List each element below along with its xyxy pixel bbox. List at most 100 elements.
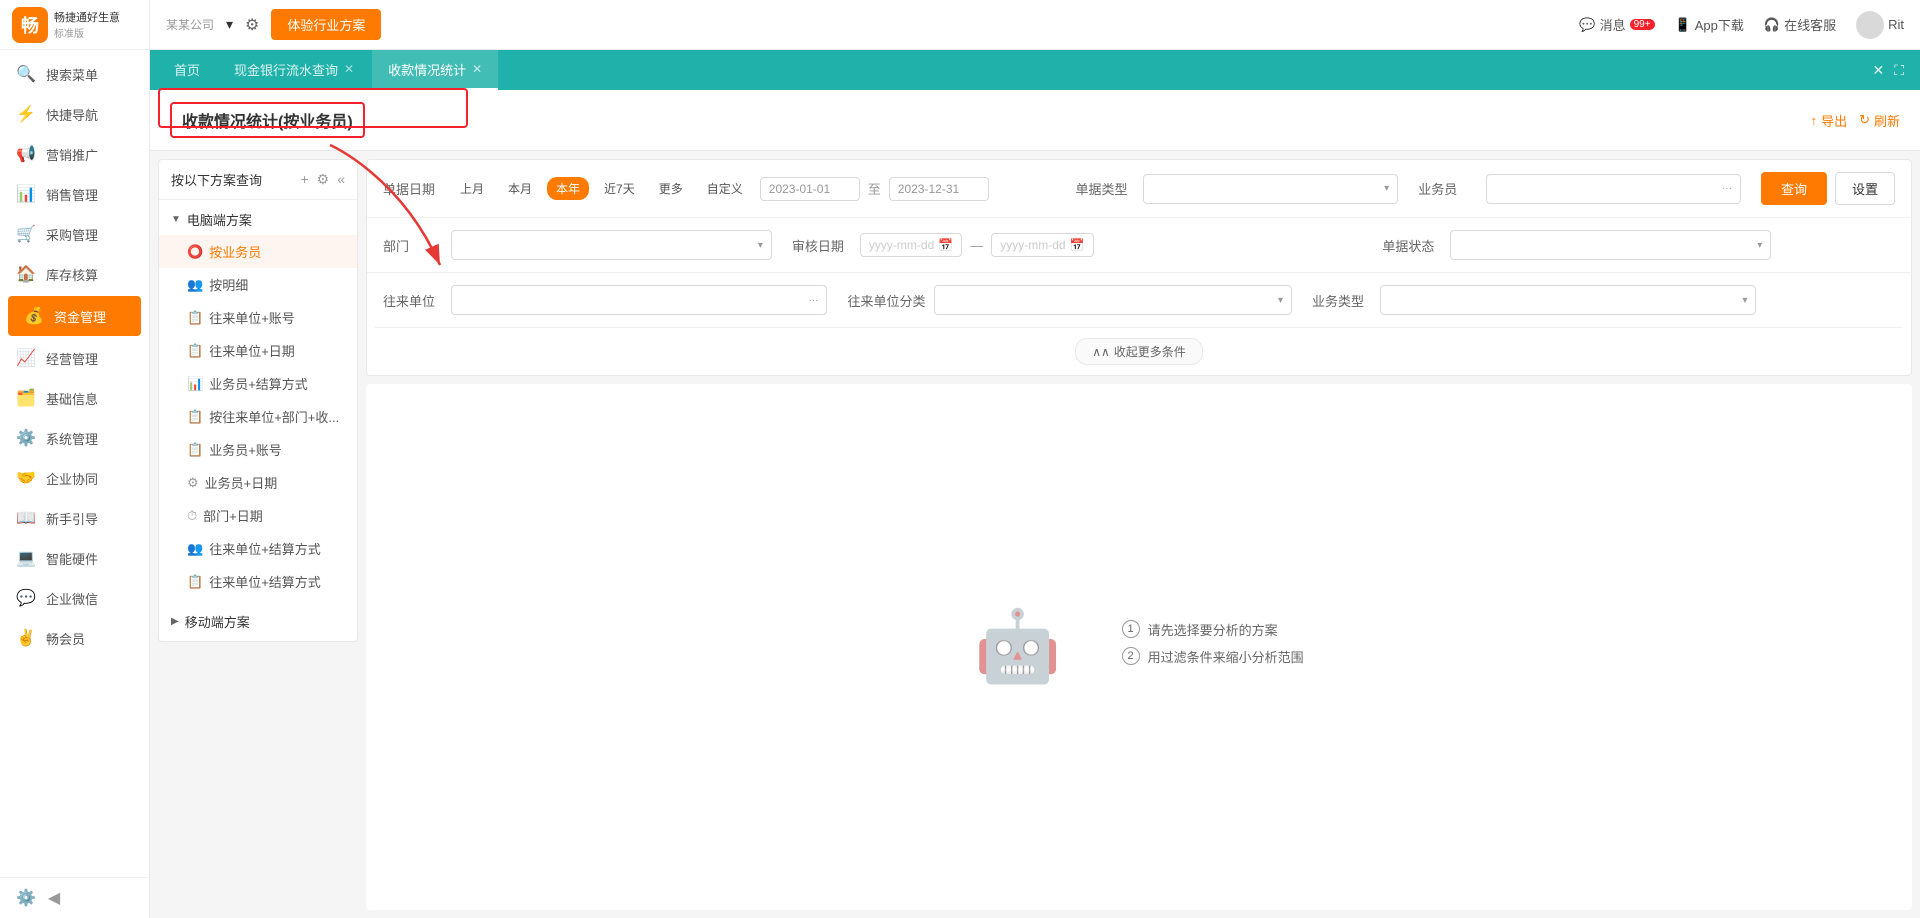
scheme-group-toggle[interactable]: ▼ 电脑端方案 bbox=[159, 204, 357, 235]
user-avatar[interactable]: Rit bbox=[1856, 11, 1904, 39]
scheme-collapse-icon[interactable]: « bbox=[337, 171, 345, 188]
scheme-mobile-group: ▶ 移动端方案 bbox=[159, 602, 357, 641]
tab-bank[interactable]: 现金银行流水查询 ✕ bbox=[218, 50, 370, 90]
mobile-group-toggle[interactable]: ▶ 移动端方案 bbox=[159, 606, 357, 637]
sidebar-item-inventory[interactable]: 🏠 库存核算 bbox=[0, 254, 149, 294]
right-panel: 单据日期 上月 本月 本年 近7天 更多 自定义 2023-01-01 bbox=[358, 151, 1920, 918]
filter-panel: 单据日期 上月 本月 本年 近7天 更多 自定义 2023-01-01 bbox=[366, 159, 1912, 376]
sidebar-item-marketing[interactable]: 📢 营销推广 bbox=[0, 134, 149, 174]
scheme-item-sp-account[interactable]: 📋 业务员+账号 bbox=[159, 433, 357, 466]
empty-step-1: 1 请先选择要分析的方案 bbox=[1122, 620, 1304, 639]
message-icon: 💬 bbox=[1579, 17, 1595, 33]
date-last-month[interactable]: 上月 bbox=[451, 177, 493, 200]
system-icon: ⚙️ bbox=[16, 428, 36, 448]
message-action[interactable]: 💬 消息 99+ bbox=[1579, 15, 1654, 34]
scheme-item-unit-settlement2[interactable]: 📋 往来单位+结算方式 bbox=[159, 565, 357, 598]
sidebar-item-hardware[interactable]: 💻 智能硬件 bbox=[0, 538, 149, 578]
sidebar-item-purchase[interactable]: 🛒 采购管理 bbox=[0, 214, 149, 254]
collapse-sidebar-icon[interactable]: ◀ bbox=[48, 888, 60, 908]
query-button[interactable]: 查询 bbox=[1761, 172, 1827, 205]
sidebar-item-member[interactable]: ✌️ 畅会员 bbox=[0, 618, 149, 658]
scheme-settings-icon[interactable]: ⚙ bbox=[317, 171, 330, 188]
scheme-item-dept-date[interactable]: ⏱ 部门+日期 bbox=[159, 499, 357, 532]
app-icon: 📱 bbox=[1675, 17, 1691, 33]
audit-date-from-input[interactable]: yyyy-mm-dd 📅 bbox=[860, 233, 962, 257]
wechat-icon: 💬 bbox=[16, 588, 36, 608]
business-type-select[interactable]: ▾ bbox=[1380, 285, 1756, 315]
date-custom[interactable]: 自定义 bbox=[698, 177, 752, 200]
scheme-unit-date-icon: 📋 bbox=[187, 343, 203, 359]
empty-state: 🤖 1 请先选择要分析的方案 2 用过滤条件来缩小分析范围 bbox=[366, 384, 1912, 910]
logo-icon: 畅 bbox=[12, 7, 48, 43]
scheme-item-by-salesperson[interactable]: ⭕ 按业务员 bbox=[159, 235, 357, 268]
sidebar-item-capital[interactable]: 💰 资金管理 bbox=[8, 296, 141, 336]
sidebar-item-sales[interactable]: 📊 销售管理 bbox=[0, 174, 149, 214]
add-scheme-icon[interactable]: + bbox=[300, 171, 308, 188]
maximize-icon[interactable]: ⛶ bbox=[1894, 62, 1904, 79]
online-service-action[interactable]: 🎧 在线客服 bbox=[1764, 15, 1836, 34]
scheme-item-sp-date[interactable]: ⚙ 业务员+日期 bbox=[159, 466, 357, 499]
scheme-unit-acc-icon: 📋 bbox=[187, 310, 203, 326]
tab-collection-close[interactable]: ✕ bbox=[472, 62, 482, 76]
filter-counterparty-type-item: 往来单位分类 ▾ bbox=[847, 285, 1291, 315]
empty-robot-icon: 🤖 bbox=[974, 606, 1061, 688]
header-right: 💬 消息 99+ 📱 App下载 🎧 在线客服 Rit bbox=[1579, 11, 1904, 39]
counterparty-input[interactable]: ··· bbox=[451, 285, 827, 315]
tab-home[interactable]: 首页 bbox=[158, 50, 216, 90]
scheme-us1-icon: 👥 bbox=[187, 541, 203, 557]
search-icon: 🔍 bbox=[16, 64, 36, 84]
date-7days[interactable]: 近7天 bbox=[595, 177, 644, 200]
scheme-sp-date-icon: ⚙ bbox=[187, 475, 199, 491]
sidebar-item-search[interactable]: 🔍 搜索菜单 bbox=[0, 54, 149, 94]
sidebar-item-system[interactable]: ⚙️ 系统管理 bbox=[0, 418, 149, 458]
date-this-month[interactable]: 本月 bbox=[499, 177, 541, 200]
filter-dept-item: 部门 ▾ bbox=[383, 230, 772, 260]
settings-icon[interactable]: ⚙️ bbox=[16, 888, 36, 908]
scheme-item-unit-date[interactable]: 📋 往来单位+日期 bbox=[159, 334, 357, 367]
sidebar-item-wechat[interactable]: 💬 企业微信 bbox=[0, 578, 149, 618]
date-to-input[interactable]: 2023-12-31 bbox=[889, 177, 989, 201]
sidebar-item-guide[interactable]: 📖 新手引导 bbox=[0, 498, 149, 538]
sidebar-nav: 🔍 搜索菜单 ⚡ 快捷导航 📢 营销推广 📊 销售管理 🛒 采购管理 🏠 库存核… bbox=[0, 50, 149, 877]
voucher-status-select[interactable]: ▾ bbox=[1450, 230, 1771, 260]
page-actions: ↑ 导出 ↻ 刷新 bbox=[1811, 111, 1900, 130]
operations-icon: 📈 bbox=[16, 348, 36, 368]
breadcrumb-dropdown[interactable]: ▾ bbox=[226, 16, 233, 33]
counterparty-type-label: 往来单位分类 bbox=[847, 291, 925, 310]
dept-select[interactable]: ▾ bbox=[451, 230, 772, 260]
date-shortcuts: 上月 本月 本年 近7天 更多 自定义 bbox=[451, 177, 752, 200]
sidebar-item-quicknav[interactable]: ⚡ 快捷导航 bbox=[0, 94, 149, 134]
scheme-item-salesperson-settlement[interactable]: 📊 业务员+结算方式 bbox=[159, 367, 357, 400]
setting-button[interactable]: 设置 bbox=[1835, 172, 1895, 205]
counterparty-type-arrow: ▾ bbox=[1278, 295, 1283, 306]
date-more[interactable]: 更多 bbox=[650, 177, 692, 200]
guide-icon: 📖 bbox=[16, 508, 36, 528]
collapse-button[interactable]: ∧∧ 收起更多条件 bbox=[1075, 338, 1203, 365]
scheme-item-unit-settlement1[interactable]: 👥 往来单位+结算方式 bbox=[159, 532, 357, 565]
close-window-icon[interactable]: ✕ bbox=[1872, 62, 1884, 79]
tab-bank-close[interactable]: ✕ bbox=[344, 62, 354, 76]
voucher-type-arrow: ▾ bbox=[1384, 183, 1389, 194]
trial-button[interactable]: 体验行业方案 bbox=[271, 9, 381, 40]
voucher-type-select[interactable]: ▾ bbox=[1143, 174, 1398, 204]
export-button[interactable]: ↑ 导出 bbox=[1811, 111, 1848, 130]
refresh-button[interactable]: ↻ 刷新 bbox=[1859, 111, 1900, 130]
audit-date-to-input[interactable]: yyyy-mm-dd 📅 bbox=[991, 233, 1093, 257]
top-header: 某某公司 ▾ ⚙ 体验行业方案 💬 消息 99+ 📱 App下载 🎧 在线客服 … bbox=[150, 0, 1920, 50]
counterparty-type-select[interactable]: ▾ bbox=[934, 285, 1292, 315]
sidebar-item-enterprise[interactable]: 🤝 企业协同 bbox=[0, 458, 149, 498]
app-download-action[interactable]: 📱 App下载 bbox=[1675, 15, 1744, 34]
filter-row-1: 单据日期 上月 本月 本年 近7天 更多 自定义 2023-01-01 bbox=[367, 160, 1911, 218]
date-this-year[interactable]: 本年 bbox=[547, 177, 589, 200]
tab-collection[interactable]: 收款情况统计 ✕ bbox=[372, 50, 498, 90]
sidebar-item-operations[interactable]: 📈 经营管理 bbox=[0, 338, 149, 378]
header-gear-icon[interactable]: ⚙ bbox=[245, 15, 259, 35]
capital-icon: 💰 bbox=[24, 306, 44, 326]
filter-business-type-item: 业务类型 ▾ bbox=[1312, 285, 1756, 315]
scheme-item-unit-account[interactable]: 📋 往来单位+账号 bbox=[159, 301, 357, 334]
scheme-item-by-detail[interactable]: 👥 按明细 bbox=[159, 268, 357, 301]
scheme-item-unit-dept[interactable]: 📋 按往来单位+部门+收... bbox=[159, 400, 357, 433]
salesperson-select[interactable]: ··· bbox=[1486, 174, 1741, 204]
date-from-input[interactable]: 2023-01-01 bbox=[760, 177, 860, 201]
sidebar-item-basic[interactable]: 🗂️ 基础信息 bbox=[0, 378, 149, 418]
